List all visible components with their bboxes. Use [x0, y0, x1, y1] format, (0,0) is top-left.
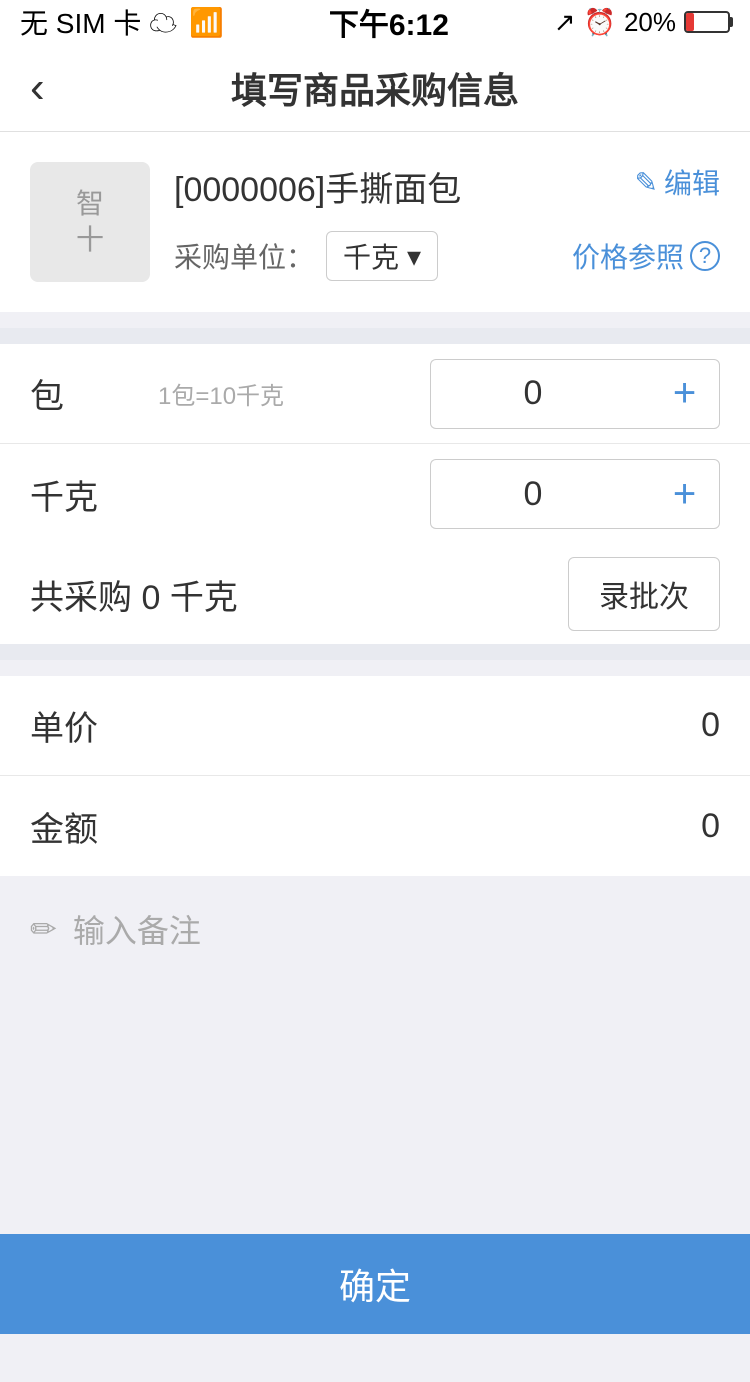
- product-card: 智 十 [0000006]手撕面包 ✎ 编辑 采购单位： 千克 ▾: [0, 132, 750, 312]
- status-left: 无 SIM 卡 ☁ 📶: [20, 2, 224, 42]
- kg-input-wrap: +: [430, 459, 720, 529]
- package-plus-button[interactable]: +: [650, 359, 720, 429]
- unit-price-value: 0: [701, 706, 720, 745]
- amount-row: 金额 0: [0, 776, 750, 876]
- package-input-row: 包 1包=10千克 +: [0, 344, 750, 444]
- kg-input[interactable]: [430, 459, 650, 529]
- back-button[interactable]: ‹: [30, 66, 45, 110]
- summary-amount: 0: [141, 579, 169, 617]
- alarm-icon: ⏰: [584, 7, 616, 38]
- summary-label: 共采购: [30, 579, 132, 617]
- battery-icon: [684, 11, 730, 33]
- kg-label: 千克: [30, 470, 150, 519]
- divider-1: [0, 328, 750, 344]
- unit-price-label: 单价: [30, 701, 701, 750]
- unit-price-row: 单价 0: [0, 676, 750, 776]
- notes-input[interactable]: 输入备注: [73, 906, 201, 952]
- summary-row: 共采购 0 千克 录批次: [0, 544, 750, 644]
- batch-button[interactable]: 录批次: [568, 557, 720, 631]
- price-ref-label: 价格参照: [572, 236, 684, 276]
- battery-percent: 20%: [624, 7, 676, 38]
- info-icon[interactable]: ?: [690, 241, 720, 271]
- confirm-button[interactable]: 确定: [339, 1258, 411, 1310]
- package-sub: 1包=10千克: [158, 376, 284, 411]
- package-input[interactable]: [430, 359, 650, 429]
- location-icon: ↗: [554, 7, 576, 38]
- status-time: 下午6:12: [329, 0, 449, 44]
- status-right: ↗ ⏰ 20%: [554, 7, 730, 38]
- product-unit-row: 采购单位： 千克 ▾ 价格参照 ?: [174, 231, 720, 281]
- edit-button[interactable]: ✎ 编辑: [635, 162, 720, 202]
- amount-value: 0: [701, 807, 720, 846]
- price-ref-button[interactable]: 价格参照 ?: [572, 236, 720, 276]
- summary-text: 共采购 0 千克: [30, 570, 568, 619]
- edit-label: 编辑: [664, 162, 720, 202]
- summary-unit: 千克: [170, 579, 238, 617]
- product-logo: 智 十: [76, 186, 104, 259]
- kg-plus-button[interactable]: +: [650, 459, 720, 529]
- unit-select[interactable]: 千克 ▾: [326, 231, 438, 281]
- product-image: 智 十: [30, 162, 150, 282]
- confirm-bar[interactable]: 确定: [0, 1234, 750, 1334]
- nav-bar: ‹ 填写商品采购信息: [0, 44, 750, 132]
- unit-label: 采购单位：: [174, 236, 314, 276]
- unit-value: 千克: [343, 236, 399, 276]
- edit-icon: ✎: [635, 166, 658, 199]
- product-name-row: [0000006]手撕面包 ✎ 编辑: [174, 162, 720, 211]
- status-bar: 无 SIM 卡 ☁ 📶 下午6:12 ↗ ⏰ 20%: [0, 0, 750, 44]
- page-title: 填写商品采购信息: [231, 62, 519, 114]
- product-name: [0000006]手撕面包: [174, 162, 461, 211]
- pencil-icon: ✏: [30, 910, 57, 948]
- amount-label: 金额: [30, 802, 701, 851]
- dropdown-icon: ▾: [407, 240, 421, 273]
- kg-input-row: 千克 +: [0, 444, 750, 544]
- product-info: [0000006]手撕面包 ✎ 编辑 采购单位： 千克 ▾ 价格参照: [174, 162, 720, 281]
- package-input-wrap: +: [430, 359, 720, 429]
- sim-status: 无 SIM 卡 ☁: [20, 2, 177, 42]
- wifi-icon: 📶: [189, 6, 224, 39]
- info-section: 单价 0 金额 0: [0, 676, 750, 876]
- notes-section: ✏ 输入备注: [0, 876, 750, 982]
- package-label: 包: [30, 369, 150, 418]
- divider-2: [0, 644, 750, 660]
- input-section: 包 1包=10千克 + 千克 +: [0, 344, 750, 544]
